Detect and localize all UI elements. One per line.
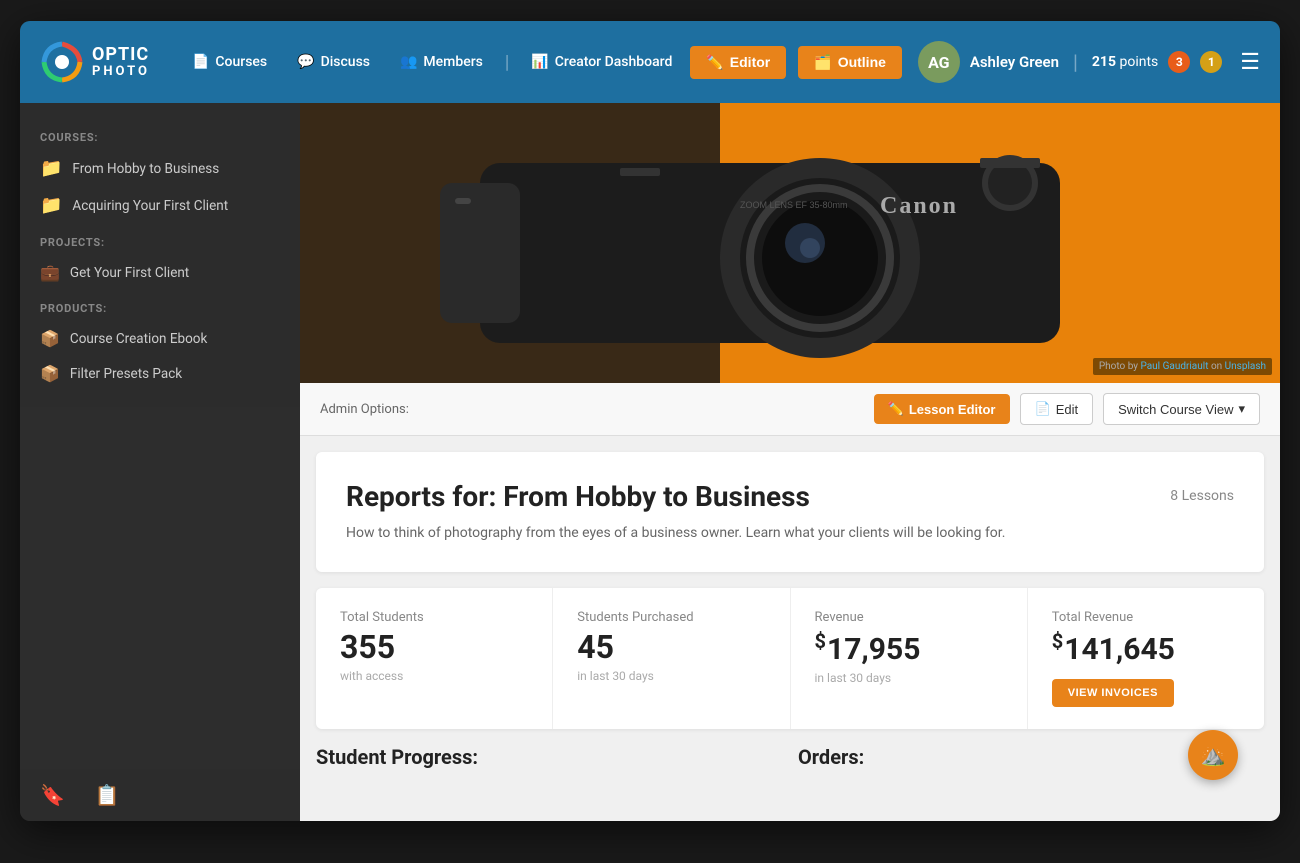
view-invoices-button[interactable]: VIEW INVOICES <box>1052 679 1174 707</box>
total-students-value: 355 <box>340 631 528 663</box>
report-title: Reports for: From Hobby to Business <box>346 480 1005 513</box>
stat-total-students: Total Students 355 with access <box>316 588 553 729</box>
admin-options-label: Admin Options: <box>320 402 864 417</box>
sidebar-wrapper: Courses: 📁 From Hobby to Business 📁 Acqu… <box>20 103 300 821</box>
avatar[interactable]: AG <box>918 41 960 83</box>
revenue-sub: in last 30 days <box>815 671 1003 685</box>
camera-illustration: Canon ZOOM LENS EF 35-80mm <box>300 103 1280 383</box>
sidebar-item-acquiring-client[interactable]: 📁 Acquiring Your First Client <box>20 187 300 224</box>
pencil-icon-admin: ✏️ <box>888 401 904 417</box>
sidebar-project-1-label: Get Your First Client <box>70 265 189 281</box>
photo-author-link[interactable]: Paul Gaudriault <box>1140 361 1208 372</box>
total-revenue-value: $141,645 <box>1052 631 1240 665</box>
total-students-sub: with access <box>340 669 528 683</box>
students-purchased-sub: in last 30 days <box>577 669 765 683</box>
nav-members[interactable]: 👥 Members <box>388 48 495 76</box>
stat-total-revenue: Total Revenue $141,645 VIEW INVOICES <box>1028 588 1264 729</box>
sidebar-footer: 🔖 📋 <box>20 769 300 821</box>
revenue-label: Revenue <box>815 610 1003 625</box>
notification-badge-1[interactable]: 3 <box>1168 51 1190 73</box>
stat-students-purchased: Students Purchased 45 in last 30 days <box>553 588 790 729</box>
stat-revenue: Revenue $17,955 in last 30 days <box>791 588 1028 729</box>
lesson-editor-button[interactable]: ✏️ Lesson Editor <box>874 394 1010 424</box>
revenue-value: $17,955 <box>815 631 1003 665</box>
bookmark-icon[interactable]: 🔖 <box>40 783 65 807</box>
report-description: How to think of photography from the eye… <box>346 523 1005 544</box>
nav-discuss[interactable]: 💬 Discuss <box>285 48 382 76</box>
total-revenue-currency: $ <box>1052 629 1063 653</box>
total-students-label: Total Students <box>340 610 528 625</box>
nav-links: 📄 Courses 💬 Discuss 👥 Members | 📊 Creato… <box>180 46 918 79</box>
main-content: Canon ZOOM LENS EF 35-80mm Photo by Paul… <box>300 103 1280 821</box>
students-purchased-value: 45 <box>577 631 765 663</box>
logo-name-photo: PHOTO <box>92 65 150 79</box>
sidebar-course-1-label: From Hobby to Business <box>72 161 219 177</box>
logo-icon <box>40 40 84 84</box>
sidebar-item-ebook[interactable]: 📦 Course Creation Ebook <box>20 321 300 356</box>
nav-courses[interactable]: 📄 Courses <box>180 48 279 76</box>
discuss-icon: 💬 <box>297 54 314 70</box>
presets-icon: 📦 <box>40 364 60 383</box>
bar-chart-icon: 📊 <box>531 54 548 70</box>
sidebar-item-presets[interactable]: 📦 Filter Presets Pack <box>20 356 300 391</box>
notification-badge-2[interactable]: 1 <box>1200 51 1222 73</box>
chevron-down-icon: ▾ <box>1238 401 1245 417</box>
sidebar-course-2-label: Acquiring Your First Client <box>72 198 228 214</box>
nav-separator: | <box>505 52 509 73</box>
sidebar-item-from-hobby[interactable]: 📁 From Hobby to Business <box>20 150 300 187</box>
sidebar-product-1-label: Course Creation Ebook <box>70 331 207 347</box>
sidebar-item-get-first-client[interactable]: 💼 Get Your First Client <box>20 255 300 290</box>
sidebar: Courses: 📁 From Hobby to Business 📁 Acqu… <box>20 103 300 407</box>
sidebar-product-2-label: Filter Presets Pack <box>70 366 182 382</box>
lessons-count: 8 Lessons <box>1170 488 1234 504</box>
nav-separator-vertical: | <box>1073 50 1078 74</box>
top-navigation: OPTIC PHOTO 📄 Courses 💬 Discuss 👥 Member… <box>20 21 1280 103</box>
ebook-icon: 📦 <box>40 329 60 348</box>
admin-options-bar: Admin Options: ✏️ Lesson Editor 📄 Edit S… <box>300 383 1280 436</box>
logo-name-optic: OPTIC <box>92 45 150 65</box>
revenue-currency: $ <box>815 629 826 653</box>
report-card: Reports for: From Hobby to Business How … <box>316 452 1264 572</box>
svg-text:ZOOM LENS EF 35-80mm: ZOOM LENS EF 35-80mm <box>740 200 848 210</box>
students-purchased-label: Students Purchased <box>577 610 765 625</box>
sidebar-courses-label: Courses: <box>20 119 300 150</box>
user-name: Ashley Green <box>970 53 1059 71</box>
courses-icon: 📄 <box>192 54 209 70</box>
sidebar-projects-label: Projects: <box>20 224 300 255</box>
edit-button[interactable]: 📄 Edit <box>1020 393 1094 425</box>
bottom-sections: Student Progress: Orders: <box>316 745 1264 769</box>
pencil-icon: ✏️ <box>706 54 723 71</box>
logo[interactable]: OPTIC PHOTO <box>40 40 150 84</box>
main-area: Courses: 📁 From Hobby to Business 📁 Acqu… <box>20 103 1280 821</box>
photo-site-link[interactable]: Unsplash <box>1225 361 1266 372</box>
stats-row: Total Students 355 with access Students … <box>316 588 1264 729</box>
hero-image: Canon ZOOM LENS EF 35-80mm Photo by Paul… <box>300 103 1280 383</box>
editor-button[interactable]: ✏️ Editor <box>690 46 786 79</box>
nav-creator-dashboard[interactable]: 📊 Creator Dashboard <box>519 48 684 76</box>
outline-button[interactable]: 🗂️ Outline <box>798 46 902 79</box>
nav-right: AG Ashley Green | 215 points 3 1 ☰ <box>918 41 1260 83</box>
photo-credit: Photo by Paul Gaudriault on Unsplash <box>1093 358 1272 375</box>
user-points: 215 points <box>1092 54 1158 70</box>
fab-button[interactable]: ⛰️ <box>1188 730 1238 780</box>
members-icon: 👥 <box>400 54 417 70</box>
switch-course-view-button[interactable]: Switch Course View ▾ <box>1103 393 1260 425</box>
hamburger-menu[interactable]: ☰ <box>1240 50 1260 75</box>
folder-icon-1: 📁 <box>40 158 62 179</box>
student-progress-section: Student Progress: <box>316 745 782 769</box>
student-progress-title: Student Progress: <box>316 745 782 769</box>
folder-icon-2: 📁 <box>40 195 62 216</box>
total-revenue-label: Total Revenue <box>1052 610 1240 625</box>
outline-icon: 🗂️ <box>814 54 831 71</box>
briefcase-icon: 💼 <box>40 263 60 282</box>
document-icon[interactable]: 📋 <box>95 783 120 807</box>
file-icon-admin: 📄 <box>1035 401 1051 417</box>
mountain-icon: ⛰️ <box>1201 743 1226 767</box>
sidebar-products-label: Products: <box>20 290 300 321</box>
svg-text:Canon: Canon <box>880 193 958 219</box>
